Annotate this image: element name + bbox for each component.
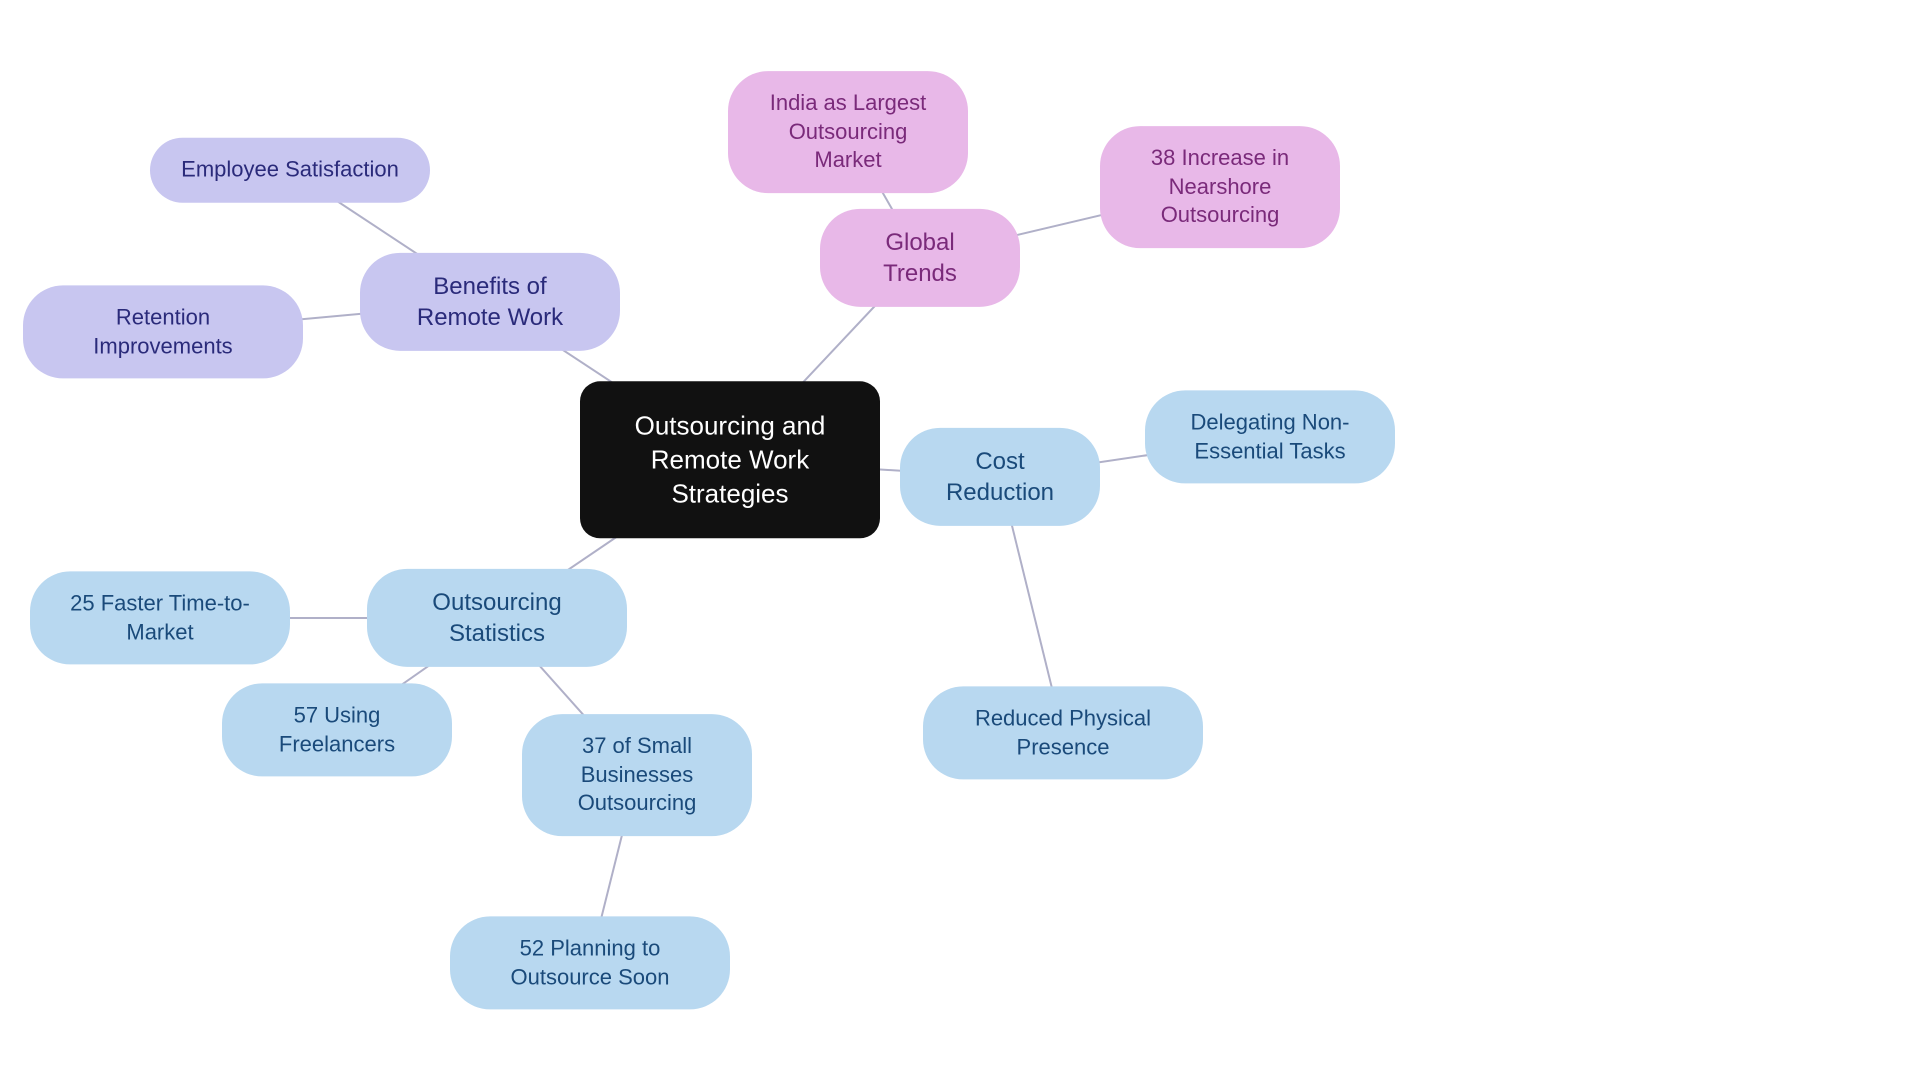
global-trends-node[interactable]: Global Trends [820, 209, 1020, 307]
cost-reduction-node[interactable]: Cost Reduction [900, 428, 1100, 526]
faster-time-to-market-node[interactable]: 25 Faster Time-to-Market [30, 571, 290, 664]
outsourcing-statistics-node[interactable]: Outsourcing Statistics [367, 569, 627, 667]
planning-to-outsource-node[interactable]: 52 Planning to Outsource Soon [450, 916, 730, 1009]
retention-improvements-node[interactable]: Retention Improvements [23, 285, 303, 378]
benefits-of-remote-work-node[interactable]: Benefits of Remote Work [360, 253, 620, 351]
small-businesses-outsourcing-node[interactable]: 37 of Small Businesses Outsourcing [522, 714, 752, 836]
employee-satisfaction-node[interactable]: Employee Satisfaction [150, 138, 430, 203]
delegating-non-essential-node[interactable]: Delegating Non-Essential Tasks [1145, 390, 1395, 483]
india-largest-node[interactable]: India as Largest Outsourcing Market [728, 71, 968, 193]
reduced-physical-presence-node[interactable]: Reduced Physical Presence [923, 686, 1203, 779]
nearshore-outsourcing-node[interactable]: 38 Increase in Nearshore Outsourcing [1100, 126, 1340, 248]
mindmap-canvas: Outsourcing and Remote Work Strategies Em… [0, 0, 1920, 1083]
using-freelancers-node[interactable]: 57 Using Freelancers [222, 683, 452, 776]
center-node[interactable]: Outsourcing and Remote Work Strategies [580, 381, 880, 538]
